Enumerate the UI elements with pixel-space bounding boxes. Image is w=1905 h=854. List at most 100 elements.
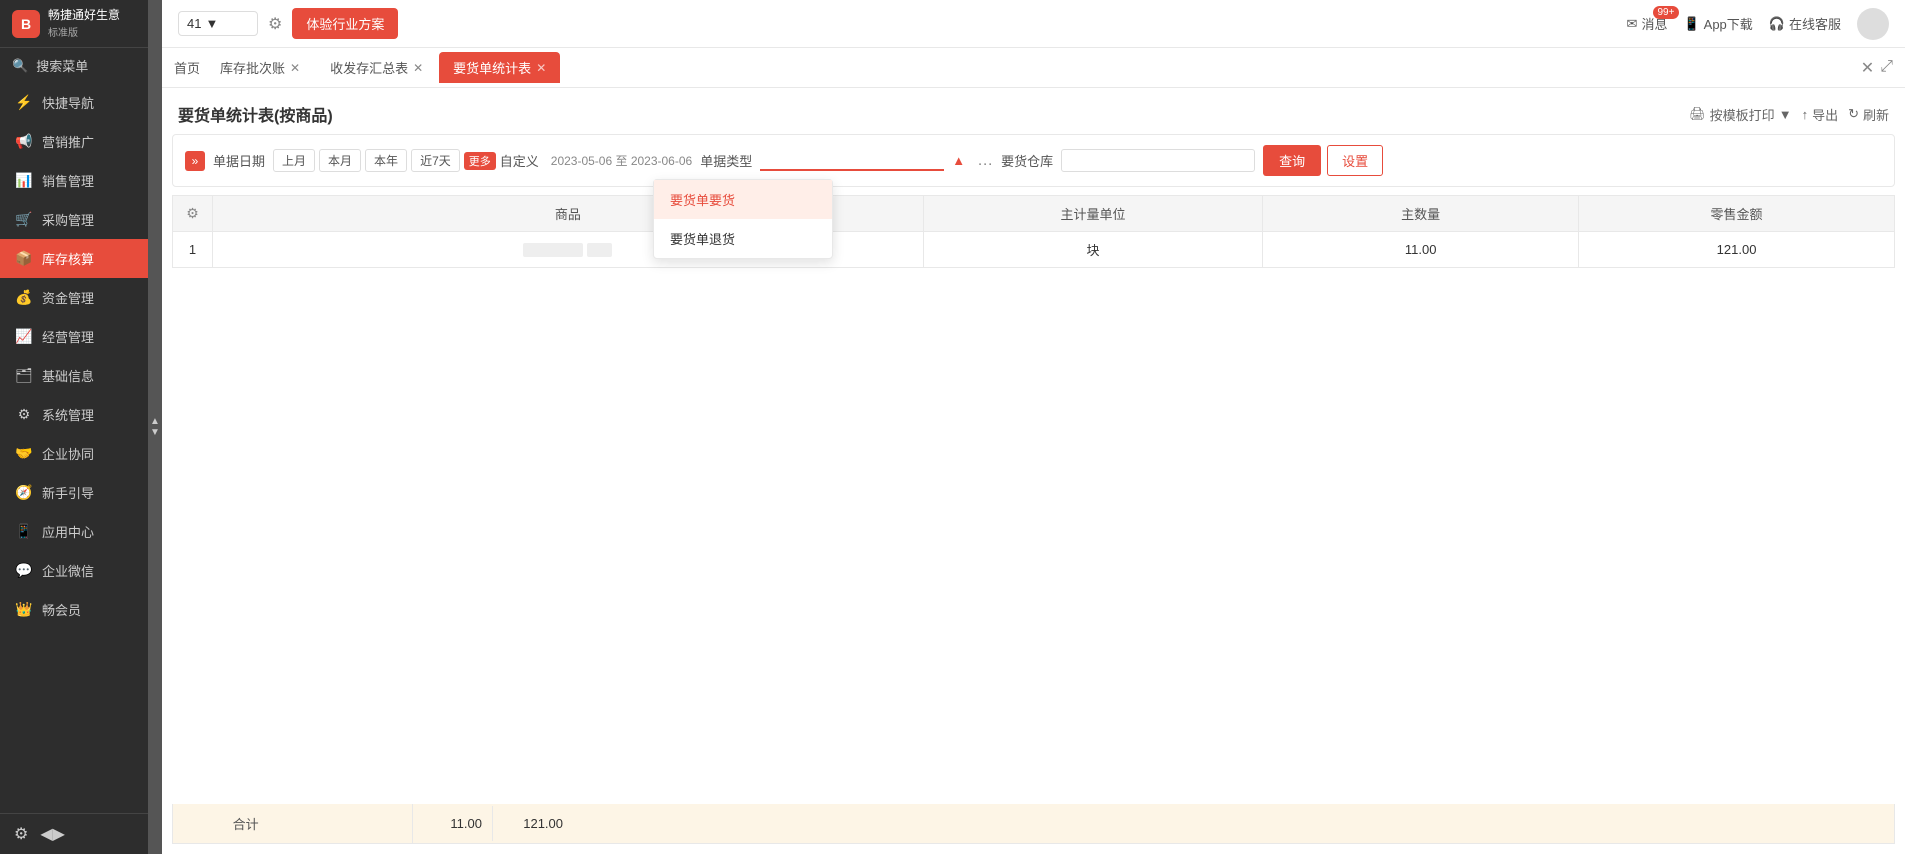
filter-date-prev-month[interactable]: 上月 [273, 149, 315, 172]
tab-home[interactable]: 首页 [174, 58, 200, 77]
sidebar-scroll[interactable]: ▲▼ [148, 0, 162, 854]
sidebar-label-sales: 销售管理 [42, 171, 94, 190]
tab-close-all-icon[interactable]: ✕ [1861, 58, 1874, 78]
topbar-msg[interactable]: ✉ 消息 99+ [1627, 14, 1668, 33]
query-button[interactable]: 查询 [1263, 145, 1321, 176]
sidebar-search[interactable]: 🔍 搜索菜单 [0, 48, 148, 83]
sidebar-icon-guide: 🧭 [14, 484, 34, 501]
filter-date-more-badge[interactable]: 更多 [464, 152, 496, 170]
topbar-left: 41 ▼ ⚙ 体验行业方案 [178, 8, 398, 39]
search-icon: 🔍 [12, 58, 28, 74]
th-settings: ⚙ [173, 196, 213, 232]
filter-type-input[interactable] [760, 150, 944, 171]
refresh-icon: ↻ [1848, 106, 1859, 122]
tab-batch[interactable]: 库存批次账✕ [206, 52, 314, 83]
settings-icon[interactable]: ⚙ [14, 824, 28, 844]
filter-warehouse-label: 要货仓库 [1001, 151, 1053, 170]
tab-requisition[interactable]: 要货单统计表 ✕ [439, 52, 560, 83]
settings-button[interactable]: 设置 [1327, 145, 1383, 176]
filter-date-7days[interactable]: 近7天 [411, 149, 460, 172]
sidebar-item-operations[interactable]: 📈经营管理 [0, 317, 148, 356]
filter-type-arrow-icon[interactable]: ▲ [952, 153, 965, 168]
sidebar-item-apps[interactable]: 📱应用中心 [0, 512, 148, 551]
filter-three-dots-icon[interactable]: … [977, 152, 993, 170]
sidebar-item-basics[interactable]: 🗂基础信息 [0, 356, 148, 395]
dropdown-item-req-order[interactable]: 要货单要货 [654, 180, 832, 219]
topbar-user-avatar[interactable] [1857, 8, 1889, 40]
th-amount: 零售金额 [1579, 196, 1895, 232]
filter-actions: 查询 设置 [1263, 145, 1383, 176]
tab-close-requisition[interactable]: ✕ [536, 61, 546, 75]
sidebar-icon-quick-nav: ⚡ [14, 94, 34, 111]
print-template-link[interactable]: 🖨 按模板打印 ▼ [1689, 105, 1791, 124]
tabs-right: ✕ ⤢ [1861, 58, 1893, 78]
logo-sub: 标准版 [48, 24, 120, 39]
message-icon: ✉ [1627, 16, 1638, 32]
dropdown-item-req-return[interactable]: 要货单退货 [654, 219, 832, 258]
filter-date-group: 上月 本月 本年 近7天 更多 自定义 [273, 149, 539, 172]
dropdown-value: 41 [187, 16, 201, 31]
sidebar-item-finance[interactable]: 💰资金管理 [0, 278, 148, 317]
table-row: 1 块 11.00 121.00 [173, 232, 1895, 268]
export-label: 导出 [1812, 105, 1838, 124]
sidebar-item-quick-nav[interactable]: ⚡ 快捷导航 [0, 83, 148, 122]
sidebar-label-apps: 应用中心 [42, 522, 94, 541]
sidebar-icon-system: ⚙ [14, 406, 34, 423]
sidebar-icon-wechat: 💬 [14, 562, 34, 579]
table-settings-icon[interactable]: ⚙ [186, 205, 199, 221]
service-icon: 🎧 [1769, 16, 1785, 32]
sidebar-icon-basics: 🗂 [14, 367, 34, 384]
sidebar-label-inventory: 库存核算 [42, 249, 94, 268]
th-qty: 主数量 [1263, 196, 1579, 232]
topbar-gear-icon[interactable]: ⚙ [268, 14, 282, 34]
filter-bar: » 单据日期 上月 本月 本年 近7天 更多 自定义 2023-05-06 至 … [172, 134, 1895, 187]
sidebar-icon-purchase: 🛒 [14, 211, 34, 228]
sidebar-label-quick-nav: 快捷导航 [42, 93, 94, 112]
table-container: ⚙ 商品 主计量单位 主数量 零售金额 1 块 11.00 [172, 195, 1895, 804]
filter-warehouse-input[interactable] [1061, 149, 1255, 172]
trial-button[interactable]: 体验行业方案 [292, 8, 398, 39]
sidebar-item-guide[interactable]: 🧭新手引导 [0, 473, 148, 512]
sidebar-item-sales[interactable]: 📊 销售管理 [0, 161, 148, 200]
td-unit-0: 块 [923, 232, 1263, 268]
filter-expand-button[interactable]: » [185, 151, 205, 171]
refresh-label: 刷新 [1863, 105, 1889, 124]
page-header-actions: 🖨 按模板打印 ▼ ↑ 导出 ↻ 刷新 [1689, 105, 1889, 124]
tab-receivable[interactable]: 收发存汇总表✕ [316, 52, 437, 83]
sidebar-item-system[interactable]: ⚙系统管理 [0, 395, 148, 434]
sidebar-label-purchase: 采购管理 [42, 210, 94, 229]
sidebar-item-purchase[interactable]: 🛒 采购管理 [0, 200, 148, 239]
sidebar-item-marketing[interactable]: 📢营销推广 [0, 122, 148, 161]
refresh-link[interactable]: ↻ 刷新 [1848, 105, 1889, 124]
collapse-icon[interactable]: ◀▶ [40, 824, 65, 844]
sidebar-icon-sales: 📊 [14, 172, 34, 189]
tab-close-receivable[interactable]: ✕ [413, 61, 423, 75]
tabs-bar: 首页 库存批次账✕收发存汇总表✕ 要货单统计表 ✕ ✕ ⤢ [162, 48, 1905, 88]
sidebar-item-enterprise[interactable]: 🤝企业协同 [0, 434, 148, 473]
sidebar-label-marketing: 营销推广 [42, 132, 94, 151]
sidebar-search-label: 搜索菜单 [36, 56, 88, 75]
print-arrow-icon: ▼ [1779, 107, 1792, 122]
sidebar-label-wechat: 企业微信 [42, 561, 94, 580]
th-unit: 主计量单位 [923, 196, 1263, 232]
filter-date-this-month[interactable]: 本月 [319, 149, 361, 172]
filter-date-custom[interactable]: 自定义 [500, 151, 539, 170]
footer-amount: 121.00 [493, 806, 573, 841]
sidebar-item-member[interactable]: 👑畅会员 [0, 590, 148, 629]
sidebar-item-wechat[interactable]: 💬 企业微信 [0, 551, 148, 590]
footer-label: 合计 [173, 804, 413, 843]
app-icon: 📱 [1683, 16, 1699, 32]
filter-date-this-year[interactable]: 本年 [365, 149, 407, 172]
tab-expand-icon[interactable]: ⤢ [1880, 58, 1893, 78]
topbar-app[interactable]: 📱 App下载 [1683, 14, 1752, 33]
logo-name: 畅捷通好生意 [48, 8, 120, 24]
sidebar-label-member: 畅会员 [42, 600, 81, 619]
topbar-dropdown[interactable]: 41 ▼ [178, 11, 258, 36]
tab-label-requisition: 要货单统计表 [453, 58, 531, 77]
filter-date-label: 单据日期 [213, 151, 265, 170]
dropdown-arrow-icon: ▼ [205, 16, 218, 31]
topbar-service[interactable]: 🎧 在线客服 [1769, 14, 1841, 33]
sidebar-item-inventory[interactable]: 📦库存核算 [0, 239, 148, 278]
export-link[interactable]: ↑ 导出 [1802, 105, 1839, 124]
tab-close-batch[interactable]: ✕ [290, 61, 300, 75]
